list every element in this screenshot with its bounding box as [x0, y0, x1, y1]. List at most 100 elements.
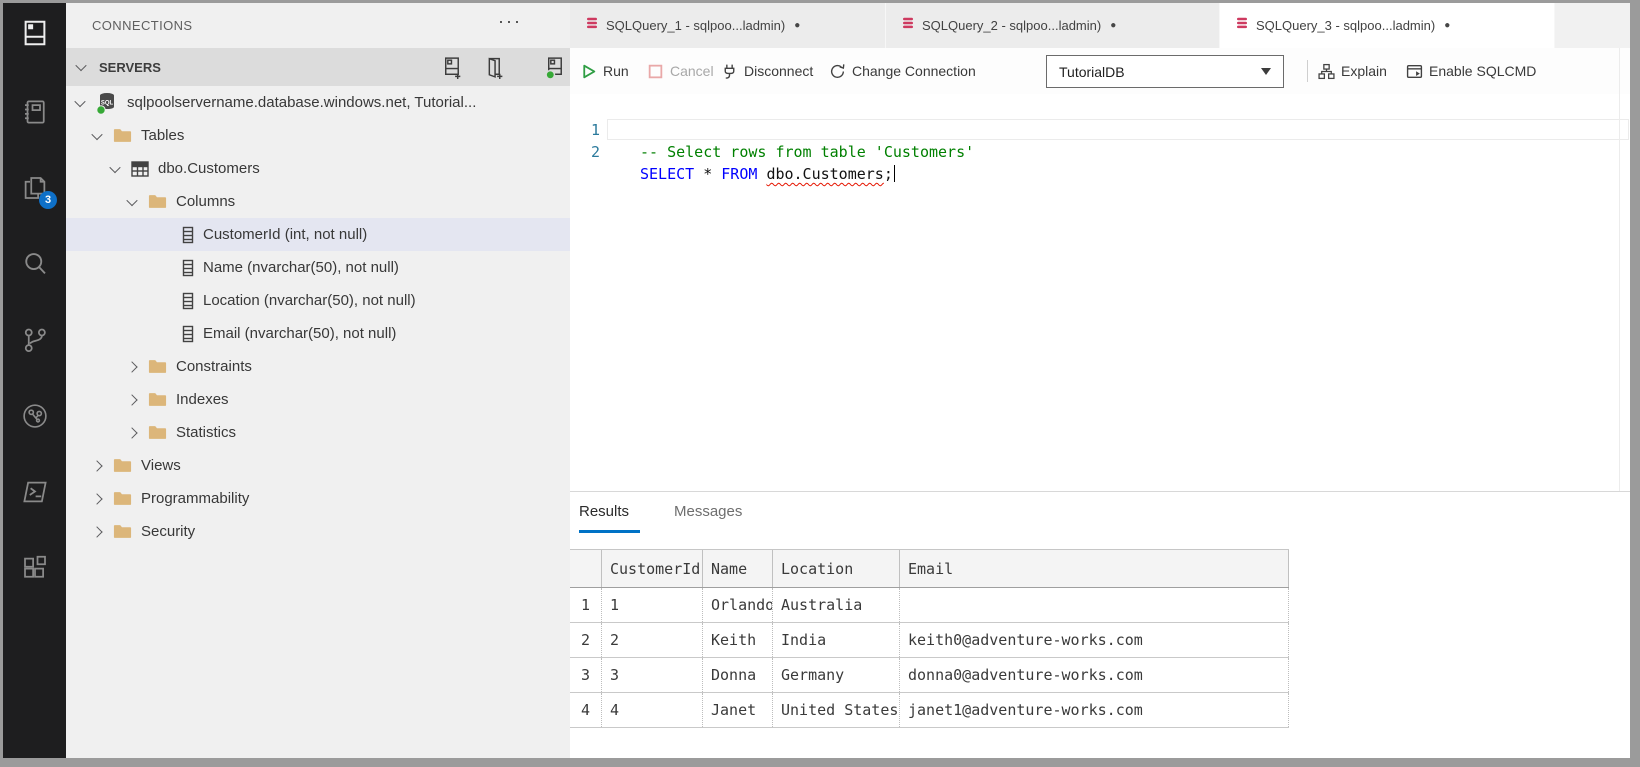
tree-item-name-column[interactable]: Name (nvarchar(50), not null)	[66, 251, 570, 284]
chevron-right-icon[interactable]	[126, 426, 138, 439]
text-cursor	[893, 165, 896, 182]
grid-cell[interactable]: janet1@adventure-works.com	[899, 693, 1289, 727]
tree-item-views[interactable]: Views	[66, 449, 570, 482]
tree-item-label: Email (nvarchar(50), not null)	[203, 325, 397, 342]
grid-cell[interactable]: keith0@adventure-works.com	[899, 623, 1289, 657]
grid-column-header[interactable]: CustomerId	[601, 550, 702, 587]
folder-icon	[112, 524, 133, 539]
grid-cell[interactable]: 1	[601, 588, 702, 622]
explain-button[interactable]: Explain	[1318, 48, 1387, 94]
chevron-right-icon[interactable]	[126, 393, 138, 406]
tree-item-label: Views	[141, 457, 181, 474]
grid-cell[interactable]: India	[772, 623, 899, 657]
tree-item-security[interactable]: Security	[66, 515, 570, 548]
grid-cell[interactable]: Keith	[702, 623, 772, 657]
dirty-indicator-icon[interactable]: ●	[1110, 20, 1116, 31]
chevron-right-icon[interactable]	[91, 525, 103, 538]
chevron-right-icon[interactable]	[126, 360, 138, 373]
row-number-cell[interactable]: 1	[570, 588, 601, 622]
active-connections-icon[interactable]	[543, 55, 568, 80]
tree-item-indexes[interactable]: Indexes	[66, 383, 570, 416]
disconnect-button[interactable]: Disconnect	[721, 48, 813, 94]
chevron-down-icon[interactable]	[74, 95, 86, 107]
grid-cell[interactable]: 2	[601, 623, 702, 657]
grid-cell[interactable]: Germany	[772, 658, 899, 692]
editor-group: SQLQuery_1 - sqlpoo...ladmin) ● SQLQuery…	[570, 3, 1630, 758]
connections-icon[interactable]	[17, 15, 53, 51]
tree-item-label: Name (nvarchar(50), not null)	[203, 259, 399, 276]
tree-item-label: Location (nvarchar(50), not null)	[203, 292, 416, 309]
tree-item-columns[interactable]: Columns	[66, 185, 570, 218]
grid-column-header[interactable]: Location	[772, 550, 899, 587]
extensions-icon[interactable]	[17, 550, 53, 586]
column-icon	[181, 292, 195, 310]
folder-icon	[112, 491, 133, 506]
tab-sqlquery-1[interactable]: SQLQuery_1 - sqlpoo...ladmin) ●	[570, 3, 886, 48]
grid-cell[interactable]: Janet	[702, 693, 772, 727]
grid-cell[interactable]: Australia	[772, 588, 899, 622]
more-actions-button[interactable]: ···	[498, 11, 522, 32]
panel-sash[interactable]	[570, 491, 1630, 492]
column-icon	[181, 226, 195, 244]
grid-cell[interactable]: 3	[601, 658, 702, 692]
terminal-icon[interactable]	[17, 474, 53, 510]
tree-item-customerid-column[interactable]: CustomerId (int, not null)	[66, 218, 570, 251]
grid-cell[interactable]: Orlando	[702, 588, 772, 622]
tree-item-dbo-customers[interactable]: dbo.Customers	[66, 152, 570, 185]
row-number-cell[interactable]: 4	[570, 693, 601, 727]
grid-cell[interactable]: United States	[772, 693, 899, 727]
change-connection-button[interactable]: Change Connection	[829, 48, 976, 94]
chevron-down-icon[interactable]	[91, 128, 103, 140]
tree-item-tables[interactable]: Tables	[66, 119, 570, 152]
tree-item-programmability[interactable]: Programmability	[66, 482, 570, 515]
new-server-group-icon[interactable]	[481, 55, 506, 80]
grid-cell[interactable]: 4	[601, 693, 702, 727]
notebooks-icon[interactable]	[17, 94, 53, 130]
servers-chevron-icon[interactable]	[75, 59, 87, 72]
grid-column-header[interactable]: Name	[702, 550, 772, 587]
row-number-cell[interactable]: 2	[570, 623, 601, 657]
column-icon	[181, 259, 195, 277]
chevron-down-icon[interactable]	[126, 194, 138, 206]
tree-item-email-column[interactable]: Email (nvarchar(50), not null)	[66, 317, 570, 350]
grid-cell[interactable]: Donna	[702, 658, 772, 692]
tree-item-constraints[interactable]: Constraints	[66, 350, 570, 383]
line-number: 2	[590, 143, 600, 161]
servers-section-header[interactable]: SERVERS	[66, 48, 570, 86]
database-dropdown[interactable]: TutorialDB	[1046, 55, 1284, 88]
dirty-indicator-icon[interactable]: ●	[794, 20, 800, 31]
results-grid: CustomerId Name Location Email 1 1 Orlan…	[570, 549, 1289, 728]
tree-item-server[interactable]: SQL sqlpoolservername.database.windows.n…	[66, 86, 570, 119]
search-icon[interactable]	[17, 246, 53, 282]
sql-server-icon: SQL	[95, 91, 119, 115]
enable-sqlcmd-button[interactable]: Enable SQLCMD	[1406, 48, 1536, 94]
grid-corner-cell[interactable]	[570, 550, 601, 587]
chevron-right-icon[interactable]	[91, 492, 103, 505]
toolbar-separator	[1307, 60, 1308, 82]
grid-cell[interactable]	[899, 588, 1289, 622]
tree-item-label: Constraints	[176, 358, 252, 375]
open-editors-icon[interactable]: 3	[17, 170, 57, 209]
editor-scrollbar-gutter[interactable]	[1619, 48, 1620, 491]
run-button[interactable]: Run	[580, 48, 629, 94]
tree-item-statistics[interactable]: Statistics	[66, 416, 570, 449]
row-number-cell[interactable]: 3	[570, 658, 601, 692]
tree-item-location-column[interactable]: Location (nvarchar(50), not null)	[66, 284, 570, 317]
tab-sqlquery-2[interactable]: SQLQuery_2 - sqlpoo...ladmin) ●	[886, 3, 1220, 48]
grid-column-header[interactable]: Email	[899, 550, 1289, 587]
chevron-down-icon[interactable]	[109, 161, 121, 173]
azure-icon[interactable]	[17, 398, 53, 434]
sql-file-icon	[1235, 16, 1249, 35]
tab-messages[interactable]: Messages	[674, 503, 742, 520]
dirty-indicator-icon[interactable]: ●	[1444, 20, 1450, 31]
grid-cell[interactable]: donna0@adventure-works.com	[899, 658, 1289, 692]
source-control-icon[interactable]	[17, 322, 53, 358]
new-connection-icon[interactable]	[440, 55, 465, 80]
tree-item-label: dbo.Customers	[158, 160, 260, 177]
tab-results[interactable]: Results	[579, 503, 629, 520]
code-editor[interactable]: 1 -- Select rows from table 'Customers' …	[570, 94, 1630, 491]
tab-sqlquery-3[interactable]: SQLQuery_3 - sqlpoo...ladmin) ●	[1220, 3, 1555, 48]
cancel-button[interactable]: Cancel	[647, 48, 714, 94]
chevron-right-icon[interactable]	[91, 459, 103, 472]
tab-label: SQLQuery_1 - sqlpoo...ladmin)	[606, 18, 786, 33]
